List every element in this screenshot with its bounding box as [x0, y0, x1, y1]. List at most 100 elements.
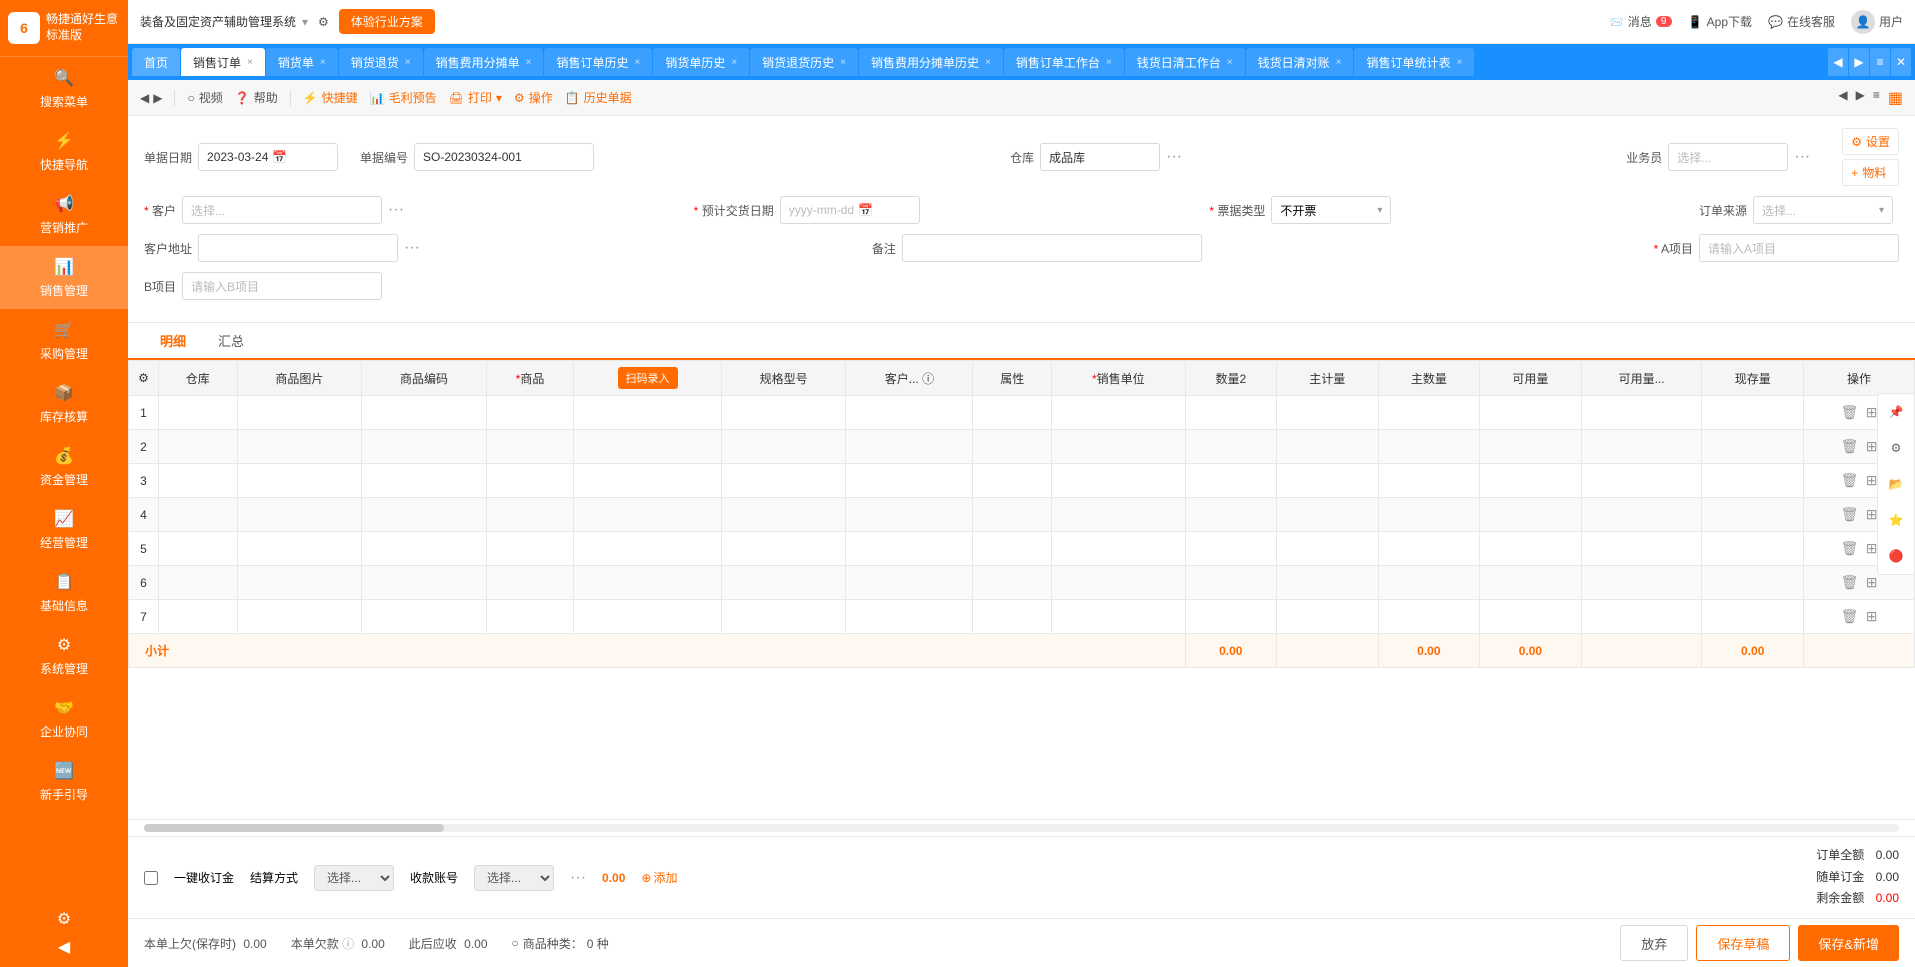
- tab-close-6[interactable]: ×: [731, 57, 737, 68]
- cell-product-name-4[interactable]: [486, 532, 574, 566]
- cell-qty2-5[interactable]: [1185, 566, 1276, 600]
- cell-spec-4[interactable]: [721, 532, 846, 566]
- sidebar-item-9[interactable]: ⚙ 系统管理: [0, 624, 128, 687]
- tab-close-all-btn[interactable]: ✕: [1891, 48, 1911, 76]
- tab-item-5[interactable]: 销售订单历史×: [544, 48, 652, 76]
- delete-icon-3[interactable]: 🗑: [1841, 506, 1859, 522]
- app-download-group[interactable]: 📱 App下载: [1688, 13, 1752, 30]
- discard-button[interactable]: 放弃: [1620, 925, 1688, 961]
- tab-close-4[interactable]: ×: [526, 57, 532, 68]
- cell-warehouse-0[interactable]: [159, 396, 238, 430]
- sidebar-item-3[interactable]: 📊 销售管理: [0, 246, 128, 309]
- cell-warehouse-5[interactable]: [159, 566, 238, 600]
- sidebar-item-4[interactable]: 🛒 采购管理: [0, 309, 128, 372]
- tab-item-0[interactable]: 首页: [132, 48, 180, 76]
- tab-item-7[interactable]: 销货退货历史×: [750, 48, 858, 76]
- user-group[interactable]: 👤 用户: [1851, 10, 1903, 34]
- save-new-button[interactable]: 保存&新增: [1798, 925, 1899, 961]
- float-icon-5[interactable]: 🔴: [1882, 542, 1910, 570]
- toolbar-back-btn[interactable]: ◀ ▶: [140, 91, 162, 105]
- cell-sales-unit-5[interactable]: [1052, 566, 1186, 600]
- receipt-account-select[interactable]: 选择...: [474, 865, 554, 891]
- delete-icon-4[interactable]: 🗑: [1841, 540, 1859, 556]
- ordersource-select[interactable]: 选择... ▾: [1753, 196, 1893, 224]
- tab-item-1[interactable]: 销售订单×: [181, 48, 265, 76]
- cell-customer-code-4[interactable]: [846, 532, 973, 566]
- cell-attribute-0[interactable]: [973, 396, 1052, 430]
- add-button[interactable]: ⊕ 添加: [641, 869, 677, 886]
- sidebar-item-1[interactable]: ⚡ 快捷导航: [0, 120, 128, 183]
- tab-close-10[interactable]: ×: [1227, 57, 1233, 68]
- tab-close-5[interactable]: ×: [634, 57, 640, 68]
- address-input[interactable]: [198, 234, 398, 262]
- tab-menu-btn[interactable]: ≡: [1870, 48, 1890, 76]
- copy-icon-1[interactable]: ⊞: [1866, 438, 1878, 454]
- cell-attribute-1[interactable]: [973, 430, 1052, 464]
- tab-close-3[interactable]: ×: [405, 57, 411, 68]
- customer-input[interactable]: 选择...: [182, 196, 382, 224]
- sidebar-item-5[interactable]: 📦 库存核算: [0, 372, 128, 435]
- one-click-checkout-checkbox[interactable]: [144, 871, 158, 885]
- sidebar-item-2[interactable]: 📢 营销推广: [0, 183, 128, 246]
- float-icon-2[interactable]: ⚙: [1882, 434, 1910, 462]
- cell-spec-3[interactable]: [721, 498, 846, 532]
- bproject-input[interactable]: 请输入B项目: [182, 272, 382, 300]
- cell-customer-code-6[interactable]: [846, 600, 973, 634]
- tab-summary[interactable]: 汇总: [202, 323, 260, 358]
- col-settings[interactable]: ⚙: [129, 361, 159, 396]
- cell-main-qty-0[interactable]: [1378, 396, 1480, 430]
- copy-icon-3[interactable]: ⊞: [1866, 506, 1878, 522]
- float-icon-4[interactable]: ⭐: [1882, 506, 1910, 534]
- draft-button[interactable]: 保存草稿: [1696, 925, 1790, 961]
- salesperson-input[interactable]: 选择...: [1668, 143, 1788, 171]
- cell-qty2-4[interactable]: [1185, 532, 1276, 566]
- toolbar-table-icon[interactable]: ▦: [1888, 88, 1903, 108]
- cell-spec-5[interactable]: [721, 566, 846, 600]
- tab-close-12[interactable]: ×: [1456, 57, 1462, 68]
- tab-close-9[interactable]: ×: [1106, 57, 1112, 68]
- tab-item-6[interactable]: 销货单历史×: [653, 48, 749, 76]
- cell-product-name-0[interactable]: [486, 396, 574, 430]
- system-dropdown-icon[interactable]: ▾: [302, 15, 308, 29]
- tab-item-4[interactable]: 销售费用分摊单×: [424, 48, 544, 76]
- cell-qty2-1[interactable]: [1185, 430, 1276, 464]
- tab-close-11[interactable]: ×: [1336, 57, 1342, 68]
- toolbar-nav-prev[interactable]: ◀: [1838, 88, 1847, 108]
- cell-customer-code-5[interactable]: [846, 566, 973, 600]
- trial-button[interactable]: 体验行业方案: [339, 9, 435, 34]
- cell-product-name-6[interactable]: [486, 600, 574, 634]
- cell-spec-1[interactable]: [721, 430, 846, 464]
- delete-icon-2[interactable]: 🗑: [1841, 472, 1859, 488]
- tab-close-7[interactable]: ×: [840, 57, 846, 68]
- sidebar-settings-icon[interactable]: ⚙: [57, 909, 71, 929]
- cell-main-qty-2[interactable]: [1378, 464, 1480, 498]
- tab-close-8[interactable]: ×: [985, 57, 991, 68]
- sidebar-item-0[interactable]: 🔍 搜索菜单: [0, 57, 128, 120]
- cell-warehouse-2[interactable]: [159, 464, 238, 498]
- cell-customer-code-1[interactable]: [846, 430, 973, 464]
- cell-product-name-3[interactable]: [486, 498, 574, 532]
- message-group[interactable]: 📨 消息 9: [1609, 13, 1672, 30]
- delete-icon-5[interactable]: 🗑: [1841, 574, 1859, 590]
- toolbar-layout-icon[interactable]: ≡: [1873, 88, 1880, 108]
- invoice-select[interactable]: 不开票 ▾: [1271, 196, 1391, 224]
- copy-icon-0[interactable]: ⊞: [1866, 404, 1878, 420]
- cell-warehouse-1[interactable]: [159, 430, 238, 464]
- cell-main-qty-3[interactable]: [1378, 498, 1480, 532]
- tab-item-9[interactable]: 销售订单工作台×: [1004, 48, 1124, 76]
- cell-attribute-2[interactable]: [973, 464, 1052, 498]
- cell-attribute-5[interactable]: [973, 566, 1052, 600]
- sidebar-collapse-icon[interactable]: ◀: [58, 937, 70, 957]
- cell-sales-unit-1[interactable]: [1052, 430, 1186, 464]
- tab-item-11[interactable]: 钱货日清对账×: [1246, 48, 1354, 76]
- cell-product-name-5[interactable]: [486, 566, 574, 600]
- cell-warehouse-4[interactable]: [159, 532, 238, 566]
- salesperson-more-icon[interactable]: ···: [1794, 148, 1810, 166]
- remark-input[interactable]: [902, 234, 1202, 262]
- toolbar-history-btn[interactable]: 📋 历史单据: [565, 89, 632, 106]
- tab-item-8[interactable]: 销售费用分摊单历史×: [859, 48, 1003, 76]
- scrollbar[interactable]: [144, 824, 1899, 832]
- toolbar-video-btn[interactable]: ○ 视频: [187, 89, 222, 106]
- cell-spec-6[interactable]: [721, 600, 846, 634]
- tab-close-2[interactable]: ×: [320, 57, 326, 68]
